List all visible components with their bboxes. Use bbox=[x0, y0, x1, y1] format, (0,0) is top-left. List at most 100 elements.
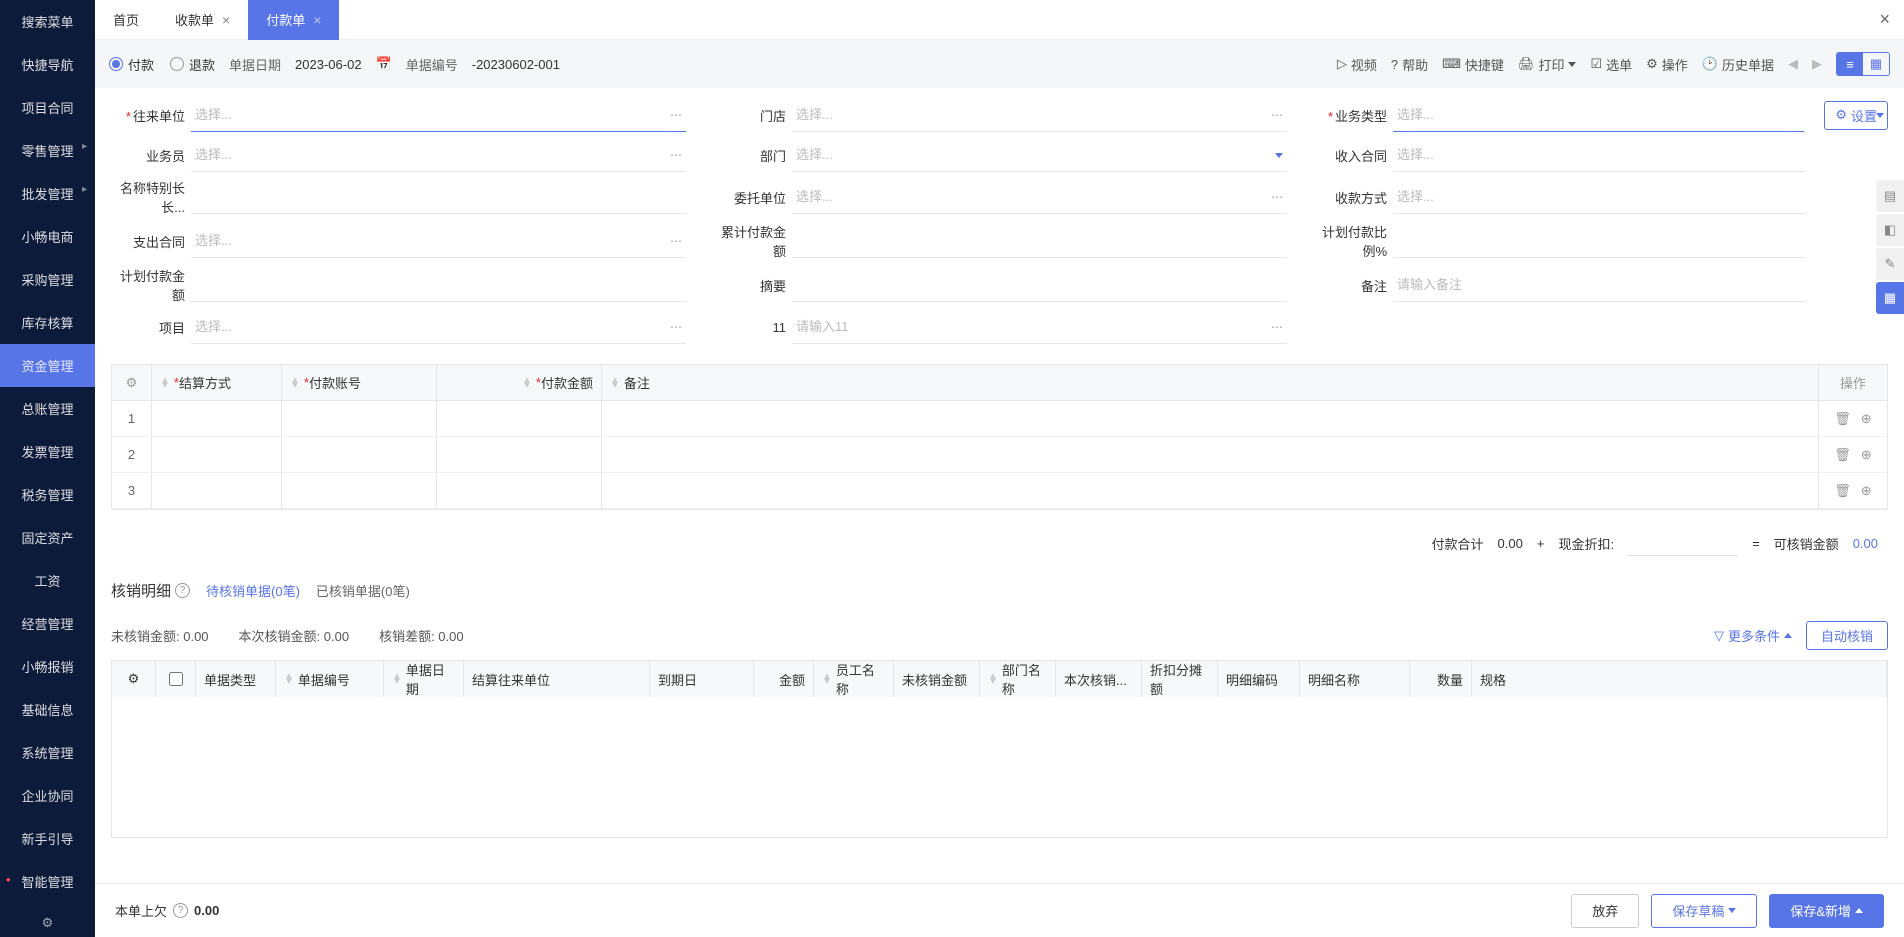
plan-ratio-input[interactable] bbox=[1393, 224, 1805, 258]
rail-btn-1[interactable]: ▤ bbox=[1876, 180, 1904, 212]
print-button[interactable]: 🖨 打印 bbox=[1518, 55, 1577, 74]
sidebar-salary[interactable]: 工资 bbox=[0, 559, 95, 602]
more-icon[interactable]: ⋯ bbox=[1271, 190, 1283, 204]
project-input[interactable] bbox=[191, 310, 686, 344]
save-draft-button[interactable]: 保存草稿 bbox=[1651, 894, 1757, 928]
col-detailname[interactable]: 明细名称 bbox=[1300, 661, 1410, 697]
cash-discount-input[interactable] bbox=[1628, 530, 1738, 556]
grid-row[interactable]: 2 🗑⊕ bbox=[112, 437, 1887, 473]
sidebar-fund[interactable]: 资金管理 bbox=[0, 344, 95, 387]
operate-button[interactable]: ⚙ 操作 bbox=[1646, 55, 1688, 74]
sidebar-quicknav[interactable]: 快捷导航 bbox=[0, 43, 95, 86]
help-icon[interactable]: ? bbox=[173, 903, 188, 918]
tab-home[interactable]: 首页 bbox=[95, 0, 157, 40]
grid-row[interactable]: 1 🗑⊕ bbox=[112, 401, 1887, 437]
col-amount[interactable]: ▲▼*付款金额 bbox=[437, 365, 602, 400]
col-detailcode[interactable]: 明细编码 bbox=[1218, 661, 1300, 697]
sidebar-expense[interactable]: 小畅报销 bbox=[0, 645, 95, 688]
add-icon[interactable]: ⊕ bbox=[1861, 483, 1872, 499]
sidebar-invoice[interactable]: 发票管理 bbox=[0, 430, 95, 473]
col-settle[interactable]: ▲▼*结算方式 bbox=[152, 365, 282, 400]
gear-icon[interactable]: ⚙ bbox=[112, 661, 156, 697]
sidebar-contract[interactable]: 项目合同 bbox=[0, 86, 95, 129]
radio-pay[interactable]: 付款 bbox=[109, 55, 154, 74]
col-spec[interactable]: 规格 bbox=[1472, 661, 1887, 697]
prev-icon[interactable]: ◀ bbox=[1788, 56, 1798, 72]
more-icon[interactable]: ⋯ bbox=[670, 108, 682, 122]
delete-icon[interactable]: 🗑 bbox=[1834, 411, 1851, 427]
col-docno[interactable]: ▲▼单据编号 bbox=[276, 661, 384, 697]
col-doctype[interactable]: 单据类型 bbox=[196, 661, 276, 697]
col-docdate[interactable]: ▲▼单据日期 bbox=[384, 661, 464, 697]
view-grid-icon[interactable]: ▦ bbox=[1863, 53, 1889, 75]
rail-btn-3[interactable]: ✎ bbox=[1876, 248, 1904, 280]
rail-btn-4[interactable]: ▦ bbox=[1876, 282, 1904, 314]
rail-btn-2[interactable]: ◧ bbox=[1876, 214, 1904, 246]
hx-tab-pending[interactable]: 待核销单据(0笔) bbox=[206, 581, 300, 600]
sidebar-purchase[interactable]: 采购管理 bbox=[0, 258, 95, 301]
next-icon[interactable]: ▶ bbox=[1812, 56, 1822, 72]
sidebar-guide[interactable]: 新手引导 bbox=[0, 817, 95, 860]
sidebar-operation[interactable]: 经营管理 bbox=[0, 602, 95, 645]
sidebar-retail[interactable]: 零售管理 bbox=[0, 129, 95, 172]
more-icon[interactable]: ⋯ bbox=[670, 320, 682, 334]
close-icon[interactable]: × bbox=[313, 12, 321, 28]
store-input[interactable] bbox=[792, 98, 1287, 132]
sidebar-search[interactable]: 搜索菜单 bbox=[0, 0, 95, 43]
add-icon[interactable]: ⊕ bbox=[1861, 411, 1872, 427]
chevron-down-icon[interactable] bbox=[1275, 148, 1283, 162]
calendar-icon[interactable]: 📅 bbox=[376, 56, 392, 72]
col-discount[interactable]: 折扣分摊额 bbox=[1142, 661, 1218, 697]
sidebar-basis[interactable]: 基础信息 bbox=[0, 688, 95, 731]
more-icon[interactable]: ⋯ bbox=[1271, 108, 1283, 122]
video-button[interactable]: ▷ 视频 bbox=[1337, 55, 1377, 74]
date-value[interactable]: 2023-06-02 bbox=[295, 57, 362, 72]
history-button[interactable]: 🕑 历史单据 bbox=[1702, 55, 1774, 74]
save-new-button[interactable]: 保存&新增 bbox=[1769, 894, 1884, 928]
col-duedate[interactable]: 到期日 bbox=[650, 661, 754, 697]
salesman-input[interactable] bbox=[191, 138, 686, 172]
col-unverified[interactable]: 未核销金额 bbox=[894, 661, 980, 697]
more-icon[interactable]: ⋯ bbox=[670, 234, 682, 248]
radio-refund[interactable]: 退款 bbox=[170, 55, 215, 74]
auto-verify-button[interactable]: 自动核销 bbox=[1806, 621, 1888, 650]
sidebar-wholesale[interactable]: 批发管理 bbox=[0, 172, 95, 215]
discard-button[interactable]: 放弃 bbox=[1571, 894, 1639, 928]
shortcut-button[interactable]: ⌨ 快捷键 bbox=[1442, 55, 1504, 74]
delete-icon[interactable]: 🗑 bbox=[1834, 483, 1851, 499]
sidebar-inventory[interactable]: 库存核算 bbox=[0, 301, 95, 344]
more-condition-button[interactable]: ▽ 更多条件 bbox=[1714, 626, 1792, 645]
view-list-icon[interactable]: ≡ bbox=[1837, 53, 1863, 75]
biztype-input[interactable] bbox=[1393, 98, 1804, 132]
sidebar-collab[interactable]: 企业协同 bbox=[0, 774, 95, 817]
help-button[interactable]: ? 帮助 bbox=[1391, 55, 1428, 74]
col-amount[interactable]: 金额 bbox=[754, 661, 814, 697]
sidebar-settings-icon[interactable]: ⚙ bbox=[0, 903, 95, 937]
close-icon[interactable]: × bbox=[222, 12, 230, 28]
expense-contract-input[interactable] bbox=[191, 224, 686, 258]
sidebar-smart[interactable]: 智能管理 bbox=[0, 860, 95, 903]
chevron-down-icon[interactable] bbox=[1876, 108, 1884, 122]
longname-input[interactable] bbox=[191, 180, 686, 214]
summary-input[interactable] bbox=[792, 268, 1287, 302]
check-all[interactable] bbox=[156, 661, 196, 697]
col-remark[interactable]: ▲▼备注 bbox=[602, 365, 1819, 400]
col-qty[interactable]: 数量 bbox=[1410, 661, 1472, 697]
more-icon[interactable]: ⋯ bbox=[670, 148, 682, 162]
add-icon[interactable]: ⊕ bbox=[1861, 447, 1872, 463]
col-deptname[interactable]: ▲▼部门名称 bbox=[980, 661, 1056, 697]
plan-amount-input[interactable] bbox=[191, 268, 686, 302]
sidebar-tax[interactable]: 税务管理 bbox=[0, 473, 95, 516]
tab-receipt[interactable]: 收款单× bbox=[157, 0, 248, 40]
gear-icon[interactable]: ⚙ bbox=[112, 365, 152, 400]
select-button[interactable]: ☑ 选单 bbox=[1590, 55, 1632, 74]
remark-input[interactable] bbox=[1393, 268, 1805, 302]
sidebar-system[interactable]: 系统管理 bbox=[0, 731, 95, 774]
col-account[interactable]: ▲▼*付款账号 bbox=[282, 365, 437, 400]
cumulative-input[interactable] bbox=[792, 224, 1287, 258]
eleven-input[interactable] bbox=[792, 310, 1287, 344]
more-icon[interactable]: ⋯ bbox=[1271, 320, 1283, 334]
col-settleunit[interactable]: 结算往来单位 bbox=[464, 661, 650, 697]
hx-tab-done[interactable]: 已核销单据(0笔) bbox=[316, 581, 410, 600]
col-employee[interactable]: ▲▼员工名称 bbox=[814, 661, 894, 697]
